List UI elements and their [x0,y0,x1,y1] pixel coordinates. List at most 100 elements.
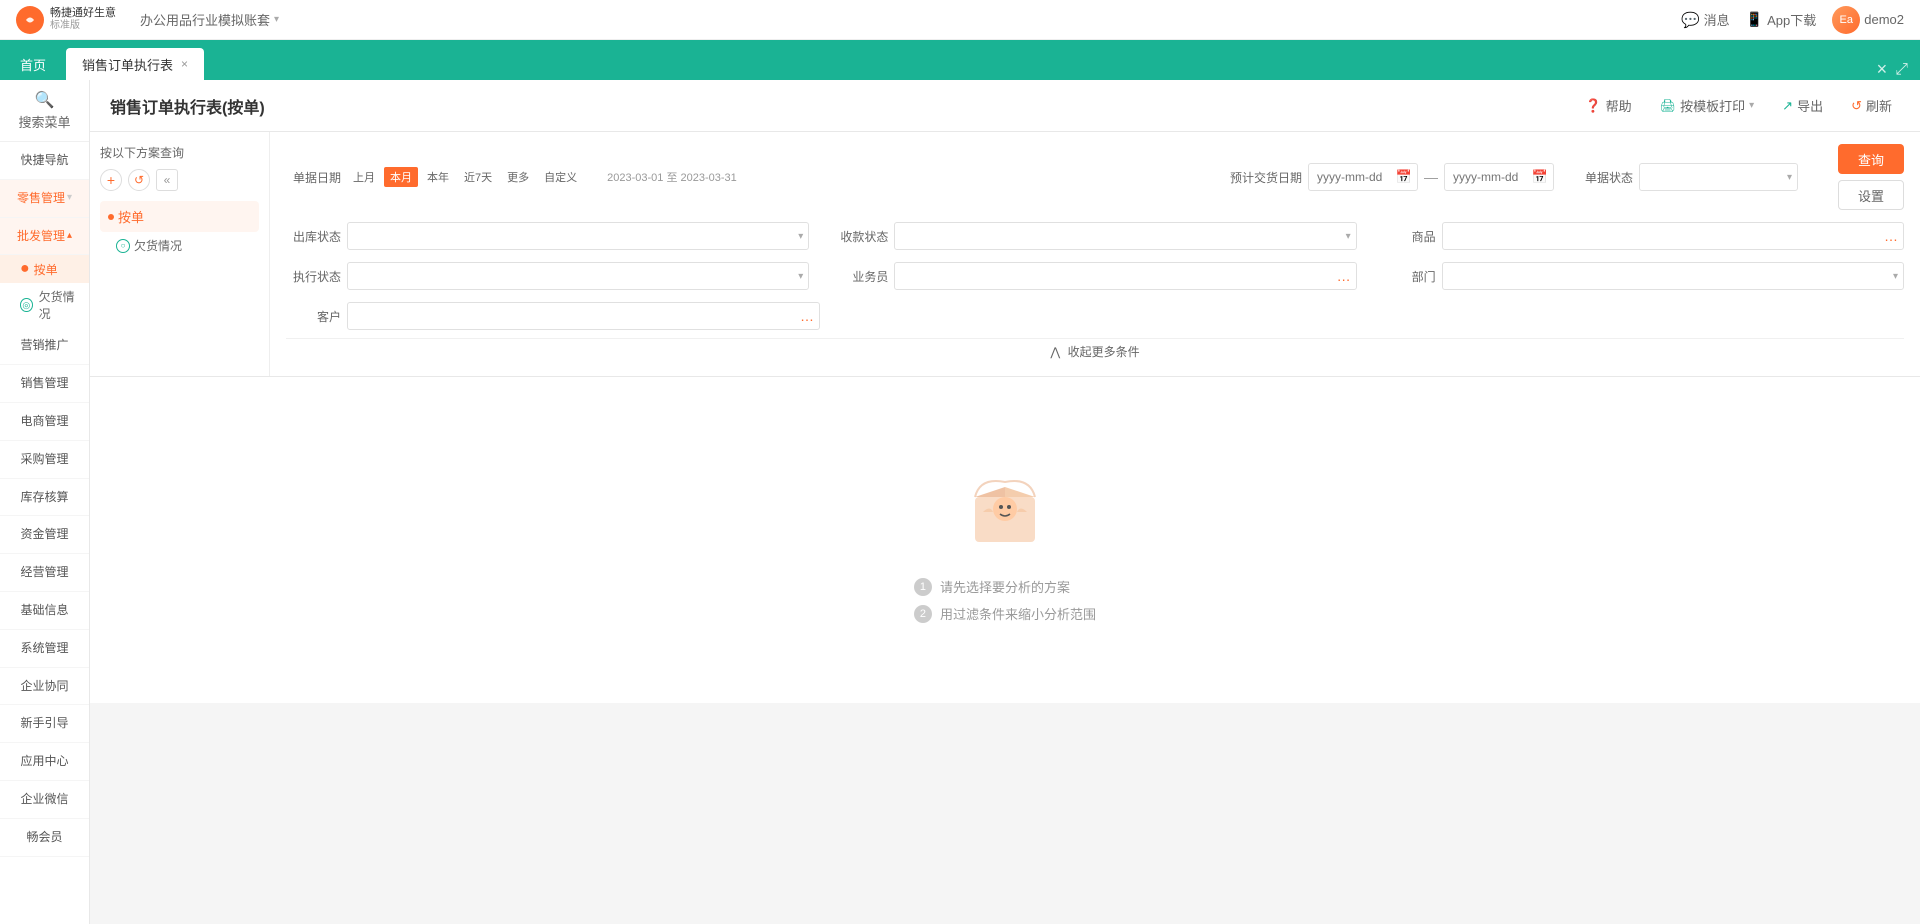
scheme-item-by-order[interactable]: 按单 [100,201,259,232]
header-left: 畅捷通好生意 标准版 办公用品行业模拟账套 ▾ [16,6,279,34]
collapse-more-button[interactable]: ⋀ 收起更多条件 [286,338,1904,364]
customer-field: 客户 … [286,302,820,330]
empty-tip-1: 1 请先选择要分析的方案 [914,577,1096,596]
goods-more-icon[interactable]: … [1884,228,1898,244]
scheme-panel-title: 按以下方案查询 [100,144,259,161]
message-button[interactable]: 💬 消息 [1681,10,1730,29]
sidebar-item-newuser[interactable]: 新手引导 [0,705,89,743]
expected-date-to-wrap: 📅 [1444,163,1554,191]
btn-this-month[interactable]: 本月 [384,167,418,187]
calendar-from-icon[interactable]: 📅 [1396,169,1412,185]
btn-last-7days[interactable]: 近7天 [458,167,498,187]
payment-status-select[interactable] [894,222,1356,250]
doc-status-select[interactable] [1639,163,1798,191]
sidebar-search[interactable]: 🔍 搜索菜单 [0,80,89,142]
sidebar-item-ecommerce[interactable]: 电商管理 [0,403,89,441]
add-scheme-button[interactable]: + [100,169,122,191]
phone-icon: 📱 [1746,11,1763,28]
refresh-button[interactable]: ↺ 刷新 [1843,92,1900,119]
refresh-scheme-button[interactable]: ↺ [128,169,150,191]
sidebar-sub-item-shortage[interactable]: ◎ 欠货情况 [0,283,89,327]
btn-more[interactable]: 更多 [501,167,535,187]
sidebar-item-wechat[interactable]: 企业微信 [0,781,89,819]
breadcrumb[interactable]: 办公用品行业模拟账套 ▾ [140,10,279,29]
sidebar-item-finance[interactable]: 资金管理 [0,516,89,554]
main-content: 🔍 搜索菜单 快捷导航 零售管理 ▾ 批发管理 ▴ ● 按单 ◎ 欠货情况 营销… [0,80,1920,924]
payment-status-wrap: ▾ [894,222,1356,250]
circle-icon: ◎ [20,298,33,312]
help-button[interactable]: ❓ 帮助 [1577,92,1639,119]
scheme-item-shortage[interactable]: ○ 欠货情况 [100,232,259,259]
salesperson-more-icon[interactable]: … [1337,268,1351,284]
user-profile[interactable]: Ea demo2 [1832,6,1904,34]
sidebar-item-apps[interactable]: 应用中心 [0,743,89,781]
empty-tip-2: 2 用过滤条件来缩小分析范围 [914,604,1096,623]
empty-tips: 1 请先选择要分析的方案 2 用过滤条件来缩小分析范围 [914,577,1096,623]
delivery-status-field: 出库状态 ▾ [286,222,809,250]
top-header: 畅捷通好生意 标准版 办公用品行业模拟账套 ▾ 💬 消息 📱 App下载 Ea … [0,0,1920,40]
btn-this-year[interactable]: 本年 [421,167,455,187]
sidebar-item-marketing[interactable]: 营销推广 [0,327,89,365]
sidebar-item-purchase[interactable]: 采购管理 [0,441,89,479]
sidebar-item-enterprise[interactable]: 企业协同 [0,668,89,706]
salesperson-input[interactable] [894,262,1356,290]
sidebar-item-management[interactable]: 经营管理 [0,554,89,592]
sidebar-item-shortcut[interactable]: 快捷导航 [0,142,89,180]
tab-sales-order[interactable]: 销售订单执行表 × [66,48,204,80]
collapse-scheme-button[interactable]: « [156,169,178,191]
date-quick-group: 上月 本月 本年 近7天 更多 自定义 [347,167,583,187]
tab-close-icon[interactable]: × [181,57,188,71]
expected-date-field: 预计交货日期 📅 — 📅 [1230,163,1554,191]
template-print-button[interactable]: 🖨 按模板打印 ▾ [1652,92,1763,119]
message-icon: 💬 [1681,11,1700,29]
tab-controls: × ⤢ [1865,59,1920,80]
sidebar-item-basic[interactable]: 基础信息 [0,592,89,630]
tab-home[interactable]: 首页 [4,48,62,80]
department-select[interactable] [1442,262,1904,290]
exec-status-label: 执行状态 [286,268,341,285]
sidebar-item-member[interactable]: 畅会员 [0,819,89,857]
expected-date-label: 预计交货日期 [1230,169,1302,186]
sidebar: 🔍 搜索菜单 快捷导航 零售管理 ▾ 批发管理 ▴ ● 按单 ◎ 欠货情况 营销… [0,80,90,924]
customer-input-wrap: … [347,302,820,330]
department-field: 部门 ▾ [1381,262,1904,290]
btn-last-month[interactable]: 上月 [347,167,381,187]
tip-num-2: 2 [914,605,932,623]
sidebar-item-system[interactable]: 系统管理 [0,630,89,668]
scheme-actions: + ↺ « [100,169,259,191]
filter-container: 按以下方案查询 + ↺ « 按单 ○ 欠货情况 [90,132,1920,377]
delivery-status-select[interactable] [347,222,809,250]
goods-input[interactable] [1442,222,1904,250]
calendar-to-icon[interactable]: 📅 [1532,169,1548,185]
goods-field: 商品 … [1381,222,1904,250]
sidebar-item-retail[interactable]: 零售管理 ▾ [0,180,89,218]
doc-status-select-wrap: ▾ [1639,163,1798,191]
sidebar-sub-item-by-order[interactable]: ● 按单 [0,255,89,283]
date-separator: — [1424,169,1438,185]
salesperson-label: 业务员 [833,268,888,285]
logo-text: 畅捷通好生意 标准版 [50,7,116,32]
customer-more-icon[interactable]: … [800,308,814,324]
export-button[interactable]: ↗ 导出 [1774,92,1831,119]
minimize-icon[interactable]: × [1877,59,1888,80]
delivery-status-label: 出库状态 [286,228,341,245]
orange-dot-icon: ● [20,260,30,278]
btn-custom[interactable]: 自定义 [538,167,583,187]
query-button[interactable]: 查询 [1838,144,1904,174]
salesperson-field: 业务员 … [833,262,1356,290]
sidebar-item-wholesale[interactable]: 批发管理 ▴ [0,218,89,256]
setting-button[interactable]: 设置 [1838,180,1904,210]
sidebar-item-inventory[interactable]: 库存核算 [0,479,89,517]
sidebar-item-sales[interactable]: 销售管理 [0,365,89,403]
doc-status-field: 单据状态 ▾ [1578,163,1798,191]
expected-date-from-wrap: 📅 [1308,163,1418,191]
exec-status-select[interactable] [347,262,809,290]
customer-input[interactable] [347,302,820,330]
maximize-icon[interactable]: ⤢ [1895,61,1908,79]
empty-state: 1 请先选择要分析的方案 2 用过滤条件来缩小分析范围 [90,377,1920,703]
filter-row-1: 单据日期 上月 本月 本年 近7天 更多 自定义 2023-03-01 至 20… [286,144,1904,210]
tip-num-1: 1 [914,578,932,596]
doc-date-label: 单据日期 [286,169,341,186]
avatar: Ea [1832,6,1860,34]
app-download-button[interactable]: 📱 App下载 [1746,10,1817,29]
